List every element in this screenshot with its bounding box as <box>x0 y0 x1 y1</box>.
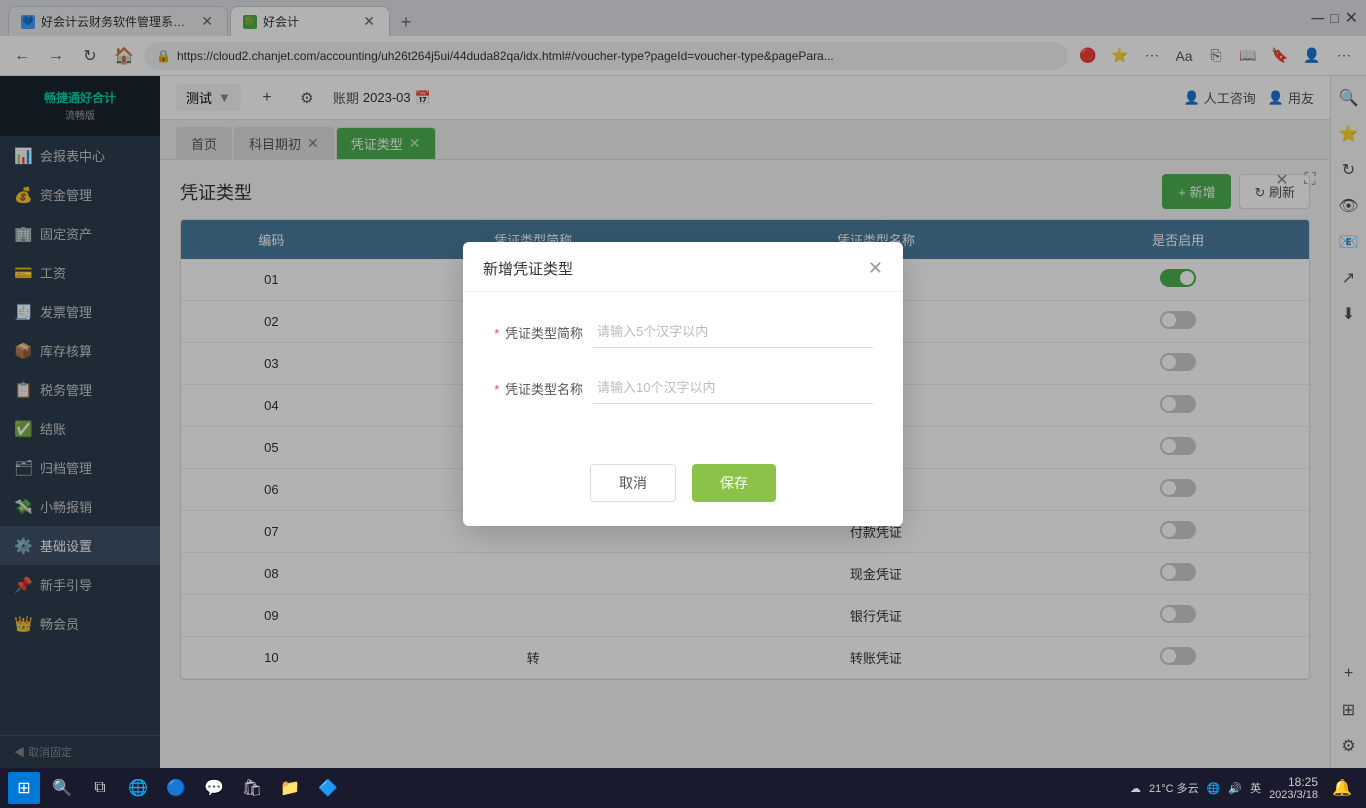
taskbar-wechat[interactable]: 💬 <box>198 772 230 804</box>
taskbar-search[interactable]: 🔍 <box>46 772 78 804</box>
taskbar-edge[interactable]: 🌐 <box>122 772 154 804</box>
taskbar-system: ☁ 21°C 多云 🌐 🔊 英 18:25 2023/3/18 🔔 <box>1130 772 1358 804</box>
clock-date: 2023/3/18 <box>1269 789 1318 801</box>
dialog-title: 新增凭证类型 <box>483 258 573 279</box>
dialog-footer: 取消 保存 <box>463 452 903 526</box>
dialog-overlay: 新增凭证类型 ✕ * 凭证类型简称 * 凭证类型名称 取消 保存 <box>0 0 1366 768</box>
form-row-short: * 凭证类型简称 <box>493 316 873 348</box>
taskbar-explorer[interactable]: 📁 <box>274 772 306 804</box>
save-button[interactable]: 保存 <box>692 464 776 502</box>
taskbar-volume: 🔊 <box>1228 782 1242 795</box>
form-row-name: * 凭证类型名称 <box>493 372 873 404</box>
required-mark-name: * <box>494 382 499 397</box>
taskbar-store[interactable]: 🛍 <box>236 772 268 804</box>
dialog-close-button[interactable]: ✕ <box>868 258 883 279</box>
cancel-button[interactable]: 取消 <box>590 464 676 502</box>
taskbar-clock[interactable]: 18:25 2023/3/18 <box>1269 775 1318 801</box>
taskbar-weather: ☁ <box>1130 782 1141 795</box>
voucher-short-input[interactable] <box>593 316 873 348</box>
dialog-body: * 凭证类型简称 * 凭证类型名称 <box>463 292 903 452</box>
new-voucher-dialog: 新增凭证类型 ✕ * 凭证类型简称 * 凭证类型名称 取消 保存 <box>463 242 903 526</box>
required-mark-short: * <box>494 326 499 341</box>
clock-time: 18:25 <box>1269 775 1318 789</box>
taskbar-notification[interactable]: 🔔 <box>1326 772 1358 804</box>
dialog-header: 新增凭证类型 ✕ <box>463 242 903 292</box>
taskbar: ⊞ 🔍 ⧉ 🌐 🔵 💬 🛍 📁 🔷 ☁ 21°C 多云 🌐 🔊 英 18:25 … <box>0 768 1366 808</box>
taskbar-temp: 21°C 多云 <box>1149 780 1199 796</box>
taskbar-network: 🌐 <box>1207 782 1221 795</box>
taskbar-lang: 英 <box>1250 780 1261 796</box>
form-label-short: * 凭证类型简称 <box>493 323 583 342</box>
form-label-name: * 凭证类型名称 <box>493 379 583 398</box>
taskbar-taskview[interactable]: ⧉ <box>84 772 116 804</box>
taskbar-edge2[interactable]: 🔷 <box>312 772 344 804</box>
taskbar-chrome[interactable]: 🔵 <box>160 772 192 804</box>
voucher-name-input[interactable] <box>593 372 873 404</box>
start-button[interactable]: ⊞ <box>8 772 40 804</box>
